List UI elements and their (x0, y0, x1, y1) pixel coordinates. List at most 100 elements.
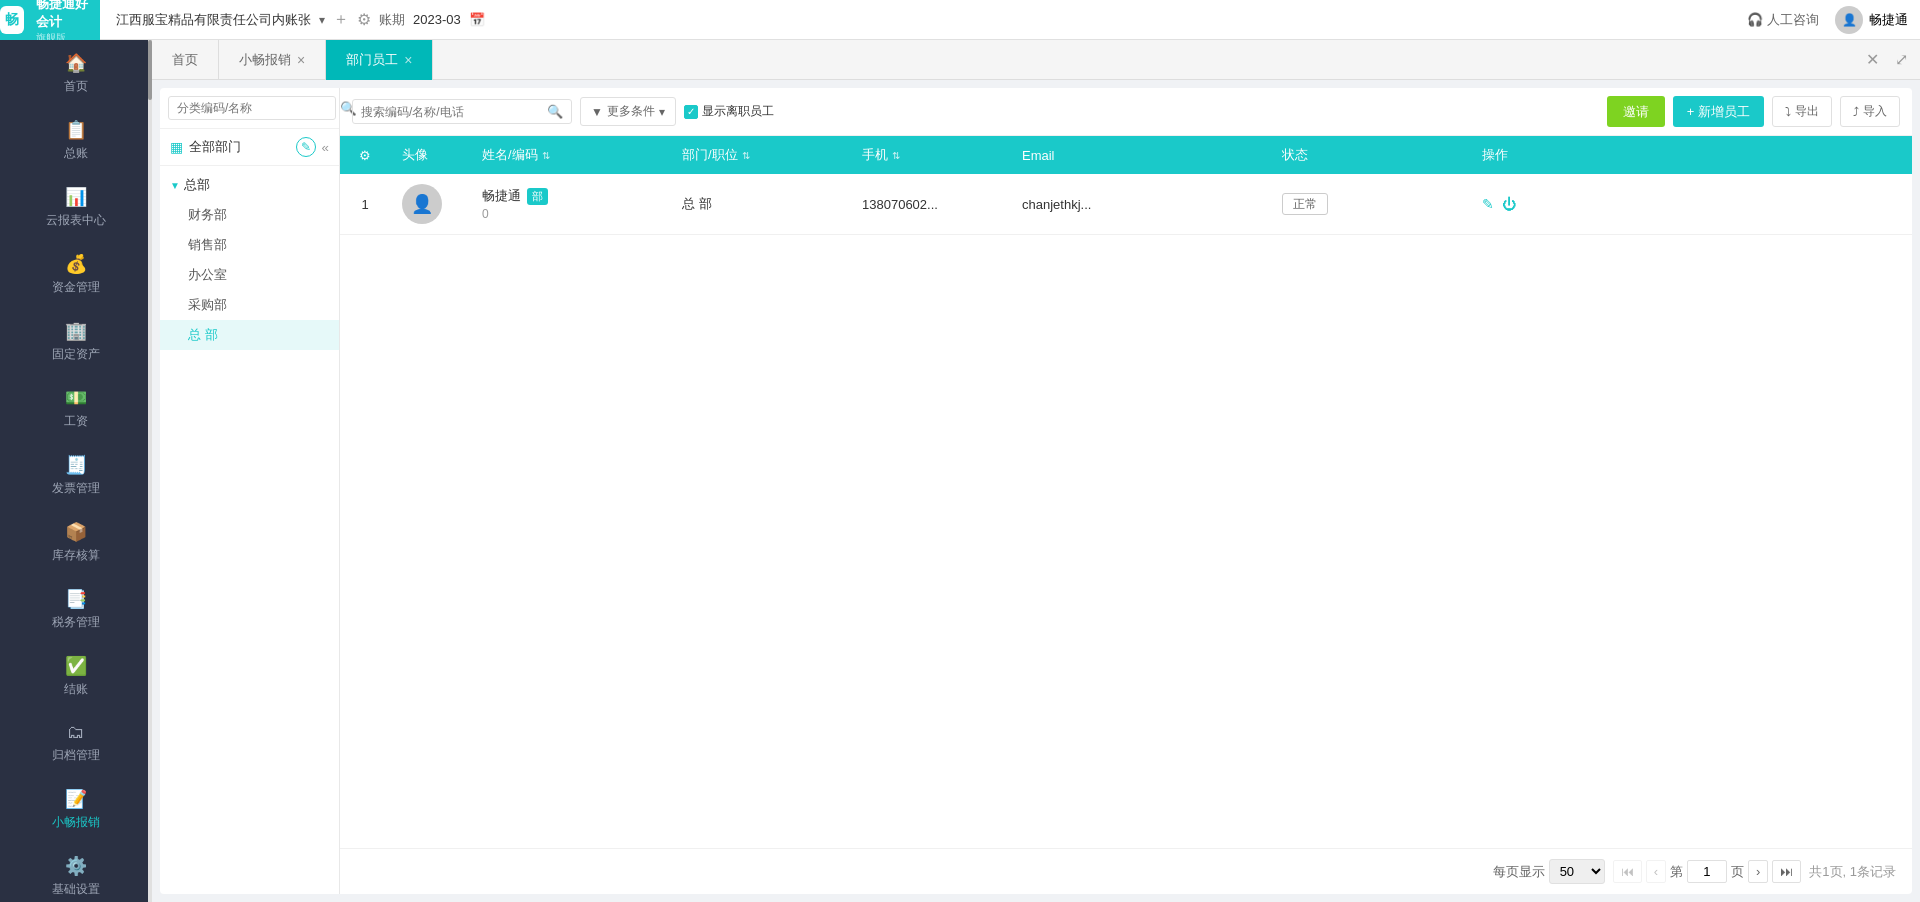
search-input[interactable] (361, 105, 543, 119)
edit-btn[interactable]: ✎ (1482, 196, 1494, 212)
dept-child-purchase[interactable]: 采购部 (160, 290, 339, 320)
dept-child-finance[interactable]: 财务部 (160, 200, 339, 230)
expense-icon: 📝 (65, 788, 87, 810)
sidebar-item-label: 工资 (64, 413, 88, 430)
first-page-btn[interactable]: ⏮ (1613, 860, 1642, 883)
prev-page-btn[interactable]: ‹ (1646, 860, 1666, 883)
invite-btn[interactable]: 邀请 (1607, 96, 1665, 127)
th-settings[interactable]: ⚙ (340, 136, 390, 174)
tab-dept-close[interactable]: × (404, 52, 412, 68)
filter-btn[interactable]: ▼ 更多条件 ▾ (580, 97, 676, 126)
action-btns: ✎ ⏻ (1482, 196, 1900, 212)
filter-icon: ▼ (591, 105, 603, 119)
sidebar-item-label: 库存核算 (52, 547, 100, 564)
arrow-icon: ▼ (170, 180, 180, 191)
service-btn[interactable]: 🎧 人工咨询 (1747, 11, 1819, 29)
sidebar-item-inventory[interactable]: 📦 库存核算 (0, 509, 152, 576)
th-dept[interactable]: 部门/职位⇅ (670, 136, 850, 174)
sidebar-item-label: 总账 (64, 145, 88, 162)
table-header-row: ⚙ 头像 姓名/编码⇅ 部门/职位⇅ 手机⇅ Email 状态 操作 (340, 136, 1912, 174)
checkout-icon: ✅ (65, 655, 87, 677)
add-employee-btn[interactable]: + 新增员工 (1673, 96, 1764, 127)
dept-child-office[interactable]: 办公室 (160, 260, 339, 290)
th-status: 状态 (1270, 136, 1470, 174)
table-body: 1 👤 畅捷通 部 (340, 174, 1912, 235)
home-icon: 🏠 (65, 52, 87, 74)
content-area: 首页 小畅报销 × 部门员工 × ✕ ⤢ 🔍 (152, 40, 1920, 902)
scroll-thumb (148, 40, 152, 100)
tab-expense[interactable]: 小畅报销 × (219, 40, 326, 80)
dept-collapse-btn[interactable]: « (322, 140, 329, 155)
capital-icon: 💰 (65, 253, 87, 275)
dept-tree: ▼总部 财务部 销售部 办公室 采购部 总 部 (160, 166, 339, 894)
import-btn[interactable]: ⤴ 导入 (1840, 96, 1900, 127)
add-company-btn[interactable]: ＋ (333, 9, 349, 30)
import-label: 导入 (1863, 103, 1887, 120)
delete-btn[interactable]: ⏻ (1502, 196, 1516, 212)
user-info[interactable]: 👤 畅捷通 (1835, 6, 1908, 34)
dept-child-sales[interactable]: 销售部 (160, 230, 339, 260)
dept-edit-btn[interactable]: ✎ (296, 137, 316, 157)
row-avatar-cell: 👤 (390, 174, 470, 235)
per-page-select[interactable]: 50 100 200 (1549, 859, 1605, 884)
dept-group-hq[interactable]: ▼总部 (160, 170, 339, 200)
sidebar-item-ledger[interactable]: 📋 总账 (0, 107, 152, 174)
toolbar-right: 邀请 + 新增员工 ⤵ 导出 ⤴ 导入 (1607, 96, 1900, 127)
search-box: 🔍 (352, 99, 572, 124)
filter-label: 更多条件 (607, 103, 655, 120)
tab-dept[interactable]: 部门员工 × (326, 40, 433, 80)
scroll-indicator (148, 40, 152, 902)
company-name: 江西服宝精品有限责任公司内账张 (116, 11, 311, 29)
status-badge: 正常 (1282, 193, 1328, 215)
search-icon[interactable]: 🔍 (547, 104, 563, 119)
sidebar-item-capital[interactable]: 💰 资金管理 (0, 241, 152, 308)
tab-expense-label: 小畅报销 (239, 51, 291, 69)
calendar-icon[interactable]: 📅 (469, 12, 485, 27)
dept-search-input[interactable] (168, 96, 336, 120)
name-row: 畅捷通 部 (482, 187, 658, 205)
tab-home[interactable]: 首页 (152, 40, 219, 80)
sidebar-item-tax[interactable]: 📑 税务管理 (0, 576, 152, 643)
per-page-label: 每页显示 (1493, 863, 1545, 881)
sidebar-item-home[interactable]: 🏠 首页 (0, 40, 152, 107)
sidebar-item-label: 基础设置 (52, 881, 100, 898)
invoice-icon: 🧾 (65, 454, 87, 476)
dept-child-general[interactable]: 总 部 (160, 320, 339, 350)
page-suffix: 页 (1731, 863, 1744, 881)
main-layout: 🏠 首页 📋 总账 📊 云报表中心 💰 资金管理 🏢 固定资产 💵 工资 🧾 发… (0, 40, 1920, 902)
sidebar-item-checkout[interactable]: ✅ 结账 (0, 643, 152, 710)
total-info: 共1页, 1条记录 (1809, 863, 1896, 881)
sidebar-item-invoice[interactable]: 🧾 发票管理 (0, 442, 152, 509)
sidebar-item-label: 资金管理 (52, 279, 100, 296)
chevron-down-icon: ▾ (659, 105, 665, 119)
all-dept-label: 全部部门 (189, 138, 290, 156)
th-name[interactable]: 姓名/编码⇅ (470, 136, 670, 174)
sidebar-item-expense[interactable]: 📝 小畅报销 (0, 776, 152, 843)
show-resigned-label: 显示离职员工 (702, 103, 774, 120)
next-page-btn[interactable]: › (1748, 860, 1768, 883)
page-input[interactable] (1687, 860, 1727, 883)
user-name: 畅捷通 (1869, 11, 1908, 29)
last-page-btn[interactable]: ⏭ (1772, 860, 1801, 883)
pagination: 每页显示 50 100 200 ⏮ ‹ 第 页 › (340, 848, 1912, 894)
sidebar-item-archive[interactable]: 🗂 归档管理 (0, 710, 152, 776)
show-resigned-toggle[interactable]: ✓ 显示离职员工 (684, 103, 774, 120)
th-phone[interactable]: 手机⇅ (850, 136, 1010, 174)
export-btn[interactable]: ⤵ 导出 (1772, 96, 1832, 127)
checkbox-icon: ✓ (684, 105, 698, 119)
tab-actions: ✕ ⤢ (1862, 46, 1920, 73)
page-nav: ⏮ ‹ 第 页 › ⏭ (1613, 860, 1802, 883)
close-tab-btn[interactable]: ✕ (1862, 46, 1883, 73)
settings-btn[interactable]: ⚙ (357, 10, 371, 29)
company-dropdown-btn[interactable]: ▾ (319, 13, 325, 27)
tab-expense-close[interactable]: × (297, 52, 305, 68)
sidebar-item-reports[interactable]: 📊 云报表中心 (0, 174, 152, 241)
assets-icon: 🏢 (65, 320, 87, 342)
sidebar-item-settings[interactable]: ⚙️ 基础设置 (0, 843, 152, 902)
dept-header: ▦ 全部部门 ✎ « (160, 129, 339, 166)
expand-tab-btn[interactable]: ⤢ (1891, 46, 1912, 73)
sidebar-item-salary[interactable]: 💵 工资 (0, 375, 152, 442)
grid-icon: ▦ (170, 139, 183, 155)
sidebar-item-assets[interactable]: 🏢 固定资产 (0, 308, 152, 375)
logo: 畅 畅捷通好会计 旗舰版 (0, 0, 100, 40)
